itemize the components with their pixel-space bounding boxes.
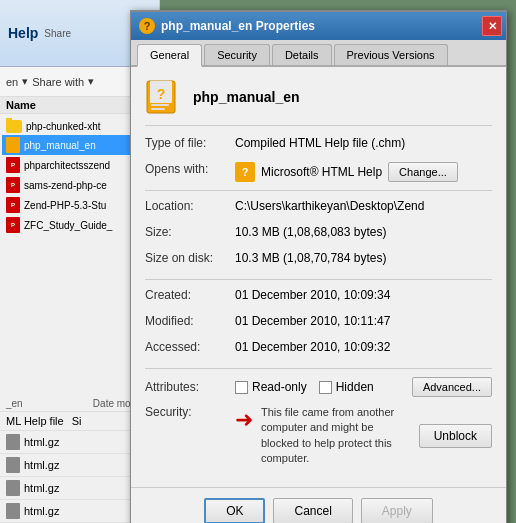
file-name: Zend-PHP-5.3-Stu (24, 200, 106, 211)
tab-bar: General Security Details Previous Versio… (131, 40, 506, 67)
pdf-icon: P (6, 157, 20, 173)
chm-big-icon: ? (145, 79, 181, 115)
created-label: Created: (145, 288, 235, 302)
ml-type: ML Help file (6, 415, 64, 427)
svg-text:?: ? (242, 166, 249, 178)
file-name: html.gz (24, 436, 59, 448)
type-abbr: Si (72, 415, 82, 427)
readonly-label: Read-only (252, 380, 307, 394)
share-label: Share with (32, 76, 84, 88)
nav-label: en (6, 76, 18, 88)
svg-rect-3 (151, 104, 169, 106)
size-disk-label: Size on disk: (145, 251, 235, 265)
file-name: sams-zend-php-ce (24, 180, 107, 191)
title-icon: ? (139, 18, 155, 34)
gz-icon (6, 457, 20, 473)
tab-previous-versions[interactable]: Previous Versions (334, 44, 448, 65)
file-display-name: php_manual_en (193, 89, 300, 105)
gz-icon (6, 434, 20, 450)
opens-with-icon: ? (235, 162, 255, 182)
opens-with-row: Opens with: ? Microsoft® HTML Help Chang… (145, 162, 492, 182)
file-name: ZFC_Study_Guide_ (24, 220, 112, 231)
file-big-icon: ? (145, 79, 181, 115)
hidden-label: Hidden (336, 380, 374, 394)
modified-label: Modified: (145, 314, 235, 328)
modified-value: 01 December 2010, 10:11:47 (235, 314, 492, 328)
folder-icon (6, 120, 22, 133)
close-button[interactable]: ✕ (482, 16, 502, 36)
advanced-button[interactable]: Advanced... (412, 377, 492, 397)
size-value: 10.3 MB (1,08,68,083 bytes) (235, 225, 492, 239)
hidden-checkbox[interactable] (319, 381, 332, 394)
chm-icon (6, 137, 20, 153)
dialog-title: php_manual_en Properties (161, 19, 315, 33)
explorer-subtitle: Share (44, 28, 71, 39)
red-arrow-icon: ➜ (235, 409, 253, 431)
security-text: This file came from another computer and… (261, 405, 411, 467)
dialog-titlebar: ? php_manual_en Properties ✕ (131, 12, 506, 40)
opens-label: Opens with: (145, 162, 235, 176)
change-button[interactable]: Change... (388, 162, 458, 182)
attributes-checkboxes: Read-only Hidden (235, 380, 412, 394)
created-row: Created: 01 December 2010, 10:09:34 (145, 288, 492, 308)
col-name: Name (6, 99, 36, 111)
file-name: html.gz (24, 482, 59, 494)
size-disk-value: 10.3 MB (1,08,70,784 bytes) (235, 251, 492, 265)
gz-icon (6, 503, 20, 519)
pdf-icon: P (6, 177, 20, 193)
file-name: html.gz (24, 459, 59, 471)
created-value: 01 December 2010, 10:09:34 (235, 288, 492, 302)
file-name: php_manual_en (24, 140, 96, 151)
dialog-footer: OK Cancel Apply (131, 487, 506, 523)
attributes-label: Attributes: (145, 380, 235, 394)
bottom-label-left: _en (6, 398, 23, 409)
security-row: Security: ➜ This file came from another … (145, 405, 492, 467)
location-value: C:\Users\karthikeyan\Desktop\Zend (235, 199, 492, 213)
readonly-checkbox[interactable] (235, 381, 248, 394)
unblock-button[interactable]: Unblock (419, 424, 492, 448)
explorer-title: Help (8, 25, 38, 41)
size-row: Size: 10.3 MB (1,08,68,083 bytes) (145, 225, 492, 245)
cancel-button[interactable]: Cancel (273, 498, 352, 523)
divider-3 (145, 368, 492, 369)
attributes-row: Attributes: Read-only Hidden Advanced... (145, 377, 492, 397)
security-content: ➜ This file came from another computer a… (235, 405, 492, 467)
file-name: phparchitectsszend (24, 160, 110, 171)
readonly-checkbox-item[interactable]: Read-only (235, 380, 307, 394)
apply-button[interactable]: Apply (361, 498, 433, 523)
opens-value: Microsoft® HTML Help (261, 165, 382, 179)
file-name: html.gz (24, 505, 59, 517)
security-label: Security: (145, 405, 235, 419)
modified-row: Modified: 01 December 2010, 10:11:47 (145, 314, 492, 334)
tab-security[interactable]: Security (204, 44, 270, 65)
accessed-value: 01 December 2010, 10:09:32 (235, 340, 492, 354)
location-row: Location: C:\Users\karthikeyan\Desktop\Z… (145, 199, 492, 219)
size-label: Size: (145, 225, 235, 239)
hidden-checkbox-item[interactable]: Hidden (319, 380, 374, 394)
properties-dialog: ? php_manual_en Properties ✕ General Sec… (130, 10, 507, 523)
svg-text:?: ? (157, 86, 166, 102)
file-info-header: ? php_manual_en (145, 79, 492, 126)
svg-rect-4 (151, 108, 165, 110)
tab-details[interactable]: Details (272, 44, 332, 65)
opens-with-content: ? Microsoft® HTML Help Change... (235, 162, 458, 182)
type-label: Type of file: (145, 136, 235, 150)
pdf-icon: P (6, 197, 20, 213)
tab-general[interactable]: General (137, 44, 202, 67)
pdf-icon: P (6, 217, 20, 233)
type-row: Type of file: Compiled HTML Help file (.… (145, 136, 492, 156)
divider-2 (145, 279, 492, 280)
type-value: Compiled HTML Help file (.chm) (235, 136, 492, 150)
location-label: Location: (145, 199, 235, 213)
accessed-label: Accessed: (145, 340, 235, 354)
dialog-body: ? php_manual_en Type of file: Compiled H… (131, 67, 506, 487)
share-chevron: ▾ (88, 75, 94, 88)
gz-icon (6, 480, 20, 496)
ok-button[interactable]: OK (204, 498, 265, 523)
size-disk-row: Size on disk: 10.3 MB (1,08,70,784 bytes… (145, 251, 492, 271)
toolbar-divider: ▾ (22, 75, 28, 88)
file-name: php-chunked-xht (26, 121, 101, 132)
accessed-row: Accessed: 01 December 2010, 10:09:32 (145, 340, 492, 360)
divider-1 (145, 190, 492, 191)
